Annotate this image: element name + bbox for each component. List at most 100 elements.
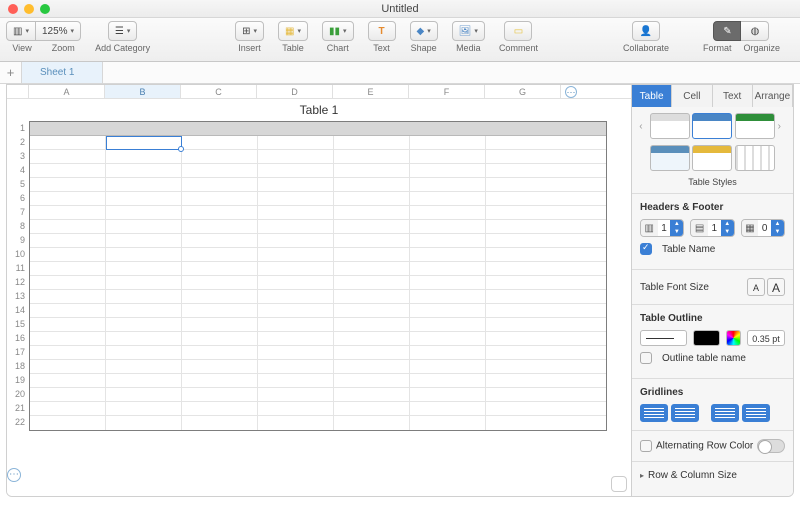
person-plus-icon: 👤 [640, 26, 652, 37]
font-size-decrease-button[interactable]: A [747, 278, 765, 296]
window-titlebar: Untitled [0, 0, 800, 18]
row-header[interactable]: 6 [7, 191, 29, 205]
row-header[interactable]: 19 [7, 373, 29, 387]
outline-color-wheel[interactable] [726, 330, 741, 346]
table-style-6[interactable] [735, 145, 775, 171]
row-header[interactable]: 12 [7, 275, 29, 289]
shape-button[interactable]: ◆▾ [410, 21, 438, 41]
row-header[interactable]: 22 [7, 415, 29, 429]
table-title[interactable]: Table 1 [7, 99, 631, 121]
scroll-corner[interactable] [611, 476, 627, 492]
row-header[interactable]: 16 [7, 331, 29, 345]
table-style-1[interactable] [650, 113, 690, 139]
column-header-g[interactable]: G [485, 85, 561, 98]
font-size-increase-button[interactable]: A [767, 278, 785, 296]
chart-icon: ▮▮ [329, 26, 340, 37]
column-header-c[interactable]: C [181, 85, 257, 98]
row-header[interactable]: 1 [7, 121, 29, 135]
media-button[interactable]: 🖼▾ [452, 21, 485, 41]
row-header[interactable]: 10 [7, 247, 29, 261]
styles-prev-button[interactable]: ‹ [639, 121, 647, 132]
row-header[interactable]: 2 [7, 135, 29, 149]
gridlines-section: Gridlines [632, 378, 793, 430]
table-style-5[interactable] [692, 145, 732, 171]
row-header[interactable]: 20 [7, 387, 29, 401]
table-button[interactable]: ▦▾ [278, 21, 308, 41]
row-column-size-section: ▸Row & Column Size [632, 461, 793, 489]
plus-box-icon: ⊞ [242, 26, 250, 37]
outline-width-field[interactable]: 0.35 pt [747, 330, 785, 346]
inspector-tab-arrange[interactable]: Arrange [753, 85, 793, 107]
sheet-tab-1[interactable]: Sheet 1 [22, 62, 103, 83]
header-corner[interactable] [7, 85, 29, 98]
table-icon: ▦ [285, 26, 294, 37]
add-row-button[interactable]: ⋯ [7, 468, 21, 482]
row-header[interactable]: 4 [7, 163, 29, 177]
organize-button[interactable]: ◍ [741, 21, 769, 41]
row-header[interactable]: 21 [7, 401, 29, 415]
table-styles-caption: Table Styles [638, 177, 787, 187]
gridlines-horizontal-button[interactable] [640, 404, 668, 422]
column-header-e[interactable]: E [333, 85, 409, 98]
insert-button[interactable]: ⊞▾ [235, 21, 264, 41]
document-title: Untitled [0, 3, 800, 15]
table-header-row[interactable] [30, 122, 606, 136]
text-button[interactable]: T [368, 21, 396, 41]
comment-button[interactable]: ▭ [504, 21, 532, 41]
header-row-icon: ▤ [691, 220, 708, 236]
footer-row-icon: ▦ [742, 220, 759, 236]
add-column-button[interactable]: ⋯ [565, 86, 577, 98]
shape-icon: ◆ [417, 26, 425, 37]
format-button[interactable]: ✎ [713, 21, 741, 41]
row-header[interactable]: 3 [7, 149, 29, 163]
footer-rows-stepper[interactable]: ▦0▲▼ [741, 219, 785, 237]
outline-table-name-checkbox[interactable] [640, 352, 652, 364]
row-header[interactable]: 13 [7, 289, 29, 303]
column-header-a[interactable]: A [29, 85, 105, 98]
table-grid[interactable] [29, 121, 607, 431]
table-style-4[interactable] [650, 145, 690, 171]
table-name-checkbox[interactable] [640, 243, 652, 255]
format-inspector: Table Cell Text Arrange ‹ › Table Styles [631, 85, 793, 496]
row-header[interactable]: 11 [7, 261, 29, 275]
media-icon: 🖼 [459, 26, 472, 37]
add-sheet-button[interactable]: + [0, 62, 22, 83]
row-header[interactable]: 7 [7, 205, 29, 219]
inspector-tab-text[interactable]: Text [713, 85, 753, 107]
styles-next-button[interactable]: › [778, 121, 786, 132]
inspector-tab-table[interactable]: Table [632, 85, 672, 107]
spreadsheet-canvas[interactable]: A B C D E F G ⋯ Table 1 1 2 3 4 5 6 7 8 … [7, 85, 631, 496]
collaborate-button[interactable]: 👤 [632, 21, 660, 41]
row-header[interactable]: 8 [7, 219, 29, 233]
gridlines-header-h-button[interactable] [711, 404, 739, 422]
inspector-tab-cell[interactable]: Cell [672, 85, 712, 107]
add-category-button[interactable]: ☰▾ [108, 21, 137, 41]
column-header-b[interactable]: B [105, 85, 181, 98]
view-menu-button[interactable]: ▥▾ [6, 21, 36, 41]
panel-icon: ▥ [13, 26, 22, 37]
sheet-tab-bar: + Sheet 1 [0, 62, 800, 84]
table-style-3[interactable] [735, 113, 775, 139]
zoom-menu-button[interactable]: 125%▾ [36, 21, 81, 41]
header-rows-stepper[interactable]: ▤1▲▼ [690, 219, 734, 237]
gridlines-header-v-button[interactable] [742, 404, 770, 422]
row-column-size-disclosure[interactable]: ▸Row & Column Size [640, 470, 785, 481]
outline-color-well[interactable] [693, 330, 720, 346]
table-style-2[interactable] [692, 113, 732, 139]
row-header[interactable]: 14 [7, 303, 29, 317]
column-header-d[interactable]: D [257, 85, 333, 98]
alt-row-color-well[interactable] [757, 439, 785, 453]
gridlines-vertical-button[interactable] [671, 404, 699, 422]
header-columns-stepper[interactable]: ▥1▲▼ [640, 219, 684, 237]
row-header[interactable]: 9 [7, 233, 29, 247]
table-font-size-section: Table Font Size A A [632, 269, 793, 304]
column-header-f[interactable]: F [409, 85, 485, 98]
row-header[interactable]: 18 [7, 359, 29, 373]
column-header-row: A B C D E F G ⋯ [7, 85, 631, 99]
alt-row-checkbox[interactable] [640, 440, 652, 452]
row-header[interactable]: 5 [7, 177, 29, 191]
row-header[interactable]: 17 [7, 345, 29, 359]
row-header[interactable]: 15 [7, 317, 29, 331]
chart-button[interactable]: ▮▮▾ [322, 21, 354, 41]
outline-style-picker[interactable] [640, 330, 687, 346]
